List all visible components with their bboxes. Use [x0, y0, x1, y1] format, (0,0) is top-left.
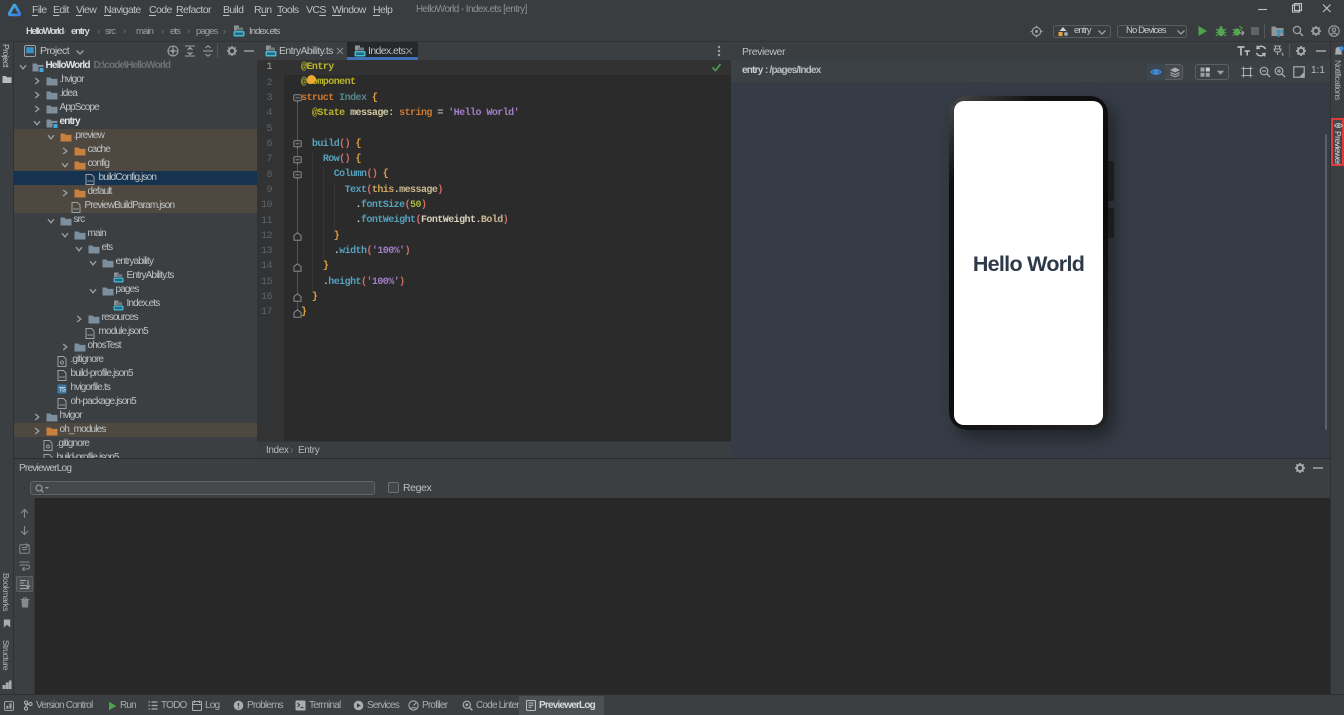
- svg-text:TS: TS: [59, 388, 66, 394]
